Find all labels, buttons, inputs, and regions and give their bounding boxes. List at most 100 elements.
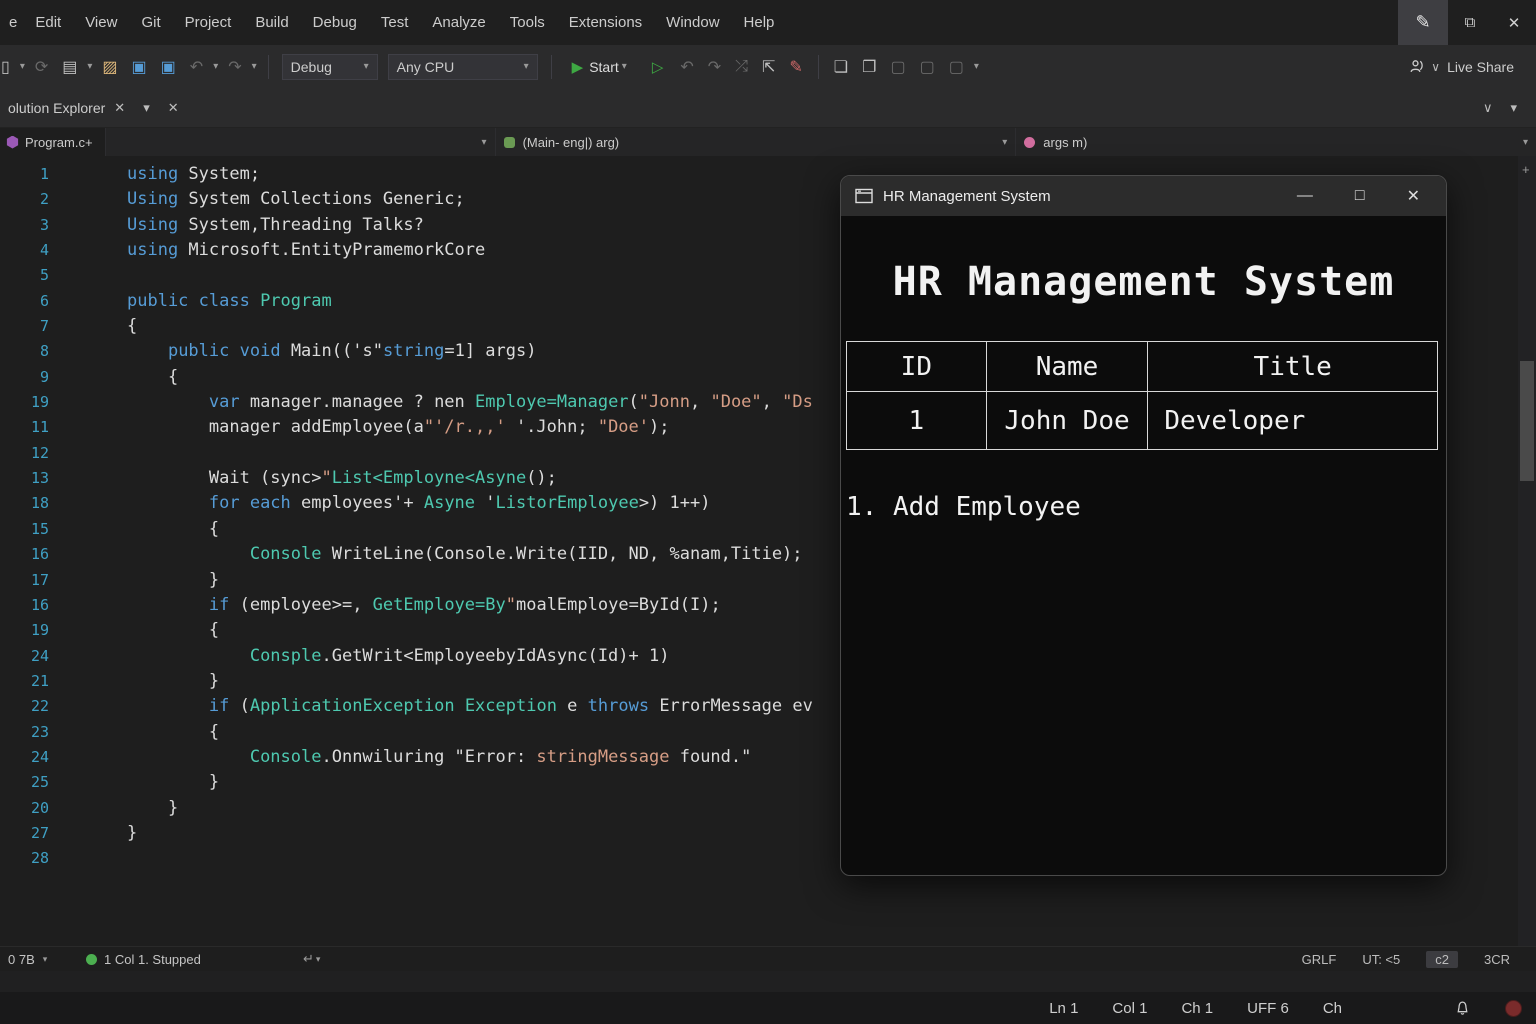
tool-window-tabstrip: olution Explorer ✕ ▾ ✕ ∨ ▾ <box>0 88 1536 128</box>
menu-item-edit[interactable]: Edit <box>23 0 73 45</box>
toolbar-separator <box>550 54 552 79</box>
bell-icon[interactable] <box>1454 1000 1471 1017</box>
menu-item-project[interactable]: Project <box>173 0 244 45</box>
caret-icon[interactable]: ▾ <box>1501 100 1526 116</box>
split-view-icon[interactable]: ❐ <box>855 57 883 77</box>
undo-icon[interactable]: ↶ <box>183 57 210 77</box>
live-share-icon <box>1410 60 1423 73</box>
minimize-icon[interactable]: — <box>1297 187 1313 205</box>
menu-item-window[interactable]: Window <box>654 0 731 45</box>
console-window-controls: — □ ✕ <box>1297 186 1420 206</box>
chevron-down-icon[interactable]: ▾ <box>134 100 159 116</box>
status-message-text: 1 Col 1. Stupped <box>104 951 201 967</box>
console-table-header-row: ID Name Title <box>846 341 1438 392</box>
scrollbar-thumb[interactable] <box>1520 361 1534 481</box>
menu-item-help[interactable]: Help <box>732 0 787 45</box>
employee-table: ID Name Title 1 John Doe Developer <box>846 341 1438 450</box>
run-without-debug-icon[interactable]: ▷ <box>652 58 664 76</box>
return-icon[interactable]: ↵ ▾ <box>303 947 320 971</box>
tab-program-file[interactable]: Program.c+ <box>0 128 105 156</box>
method-icon <box>503 136 515 148</box>
close-window-button[interactable]: ✕ <box>1492 0 1536 45</box>
console-menu-option: 1. Add Employee <box>846 492 1081 522</box>
breadcrumb-project-dropdown[interactable]: ▾ <box>104 128 495 156</box>
breadcrumb-args-dropdown[interactable]: args m) ▾ <box>1015 128 1536 156</box>
menu-item-partial[interactable]: e <box>3 14 23 31</box>
chevron-down-icon[interactable]: ∨ <box>1474 100 1502 116</box>
edit-pencil-button[interactable]: ✎ <box>1398 0 1448 45</box>
toolbar-overflow-caret-icon[interactable]: ▾ <box>971 61 982 72</box>
menu-item-tools[interactable]: Tools <box>498 0 557 45</box>
zoom-control[interactable]: 0 7B ▾ <box>8 947 47 971</box>
close-icon: ✕ <box>1507 14 1521 32</box>
step-icon[interactable]: ⇱ <box>755 57 782 77</box>
menu-items: Edit View Git Project Build Debug Test Analyze T… <box>23 0 786 45</box>
close-icon[interactable]: ✕ <box>1407 186 1420 206</box>
close-icon[interactable]: ✕ <box>159 100 188 116</box>
bottombar-items: Ln 1 Col 1 Ch 1 UFF 6 Ch <box>1049 1000 1342 1017</box>
console-output: HR Management System ID Name Title 1 John D… <box>841 259 1446 522</box>
console-titlebar[interactable]: HR Management System — □ ✕ <box>841 176 1446 216</box>
chevron-down-icon: ▾ <box>621 61 627 72</box>
add-item-icon[interactable]: ▤ <box>55 57 84 77</box>
status-item[interactable]: UT: <5 <box>1362 952 1400 967</box>
redo-caret-icon[interactable]: ▾ <box>249 61 260 72</box>
hot-reload-icon[interactable]: ⤮ <box>728 58 755 76</box>
visual-studio-window: e Edit View Git Project Build Debug Test Analyz… <box>0 0 1536 1024</box>
status-item[interactable]: 3CR <box>1484 952 1510 967</box>
open-folder-icon[interactable]: ▨ <box>95 57 124 77</box>
record-status-icon[interactable] <box>1505 999 1522 1017</box>
menu-item-build[interactable]: Build <box>243 0 300 45</box>
table-header-cell: Title <box>1147 341 1438 392</box>
editor-layout-icon[interactable]: ❏ <box>827 57 855 77</box>
platform-dropdown[interactable]: Any CPU ▾ <box>387 53 538 80</box>
menu-item-extensions[interactable]: Extensions <box>557 0 654 45</box>
maximize-icon[interactable]: □ <box>1355 187 1365 205</box>
vertical-scrollbar[interactable]: + <box>1518 156 1536 946</box>
editor-header: Program.c+ ▾ (Main- eng|) arg) ▾ args m)… <box>0 128 1536 156</box>
redo-icon[interactable]: ↷ <box>701 57 728 77</box>
toolbar-separator <box>267 54 269 79</box>
undo-icon[interactable]: ↶ <box>673 57 700 77</box>
console-table-body: 1 John Doe Developer <box>846 391 1438 450</box>
breadcrumb-args-label: args m) <box>1043 134 1088 150</box>
status-item[interactable]: GRLF <box>1302 952 1337 967</box>
add-item-caret-icon[interactable]: ▾ <box>84 61 95 72</box>
titlebar-controls: ✎ ⧉ ✕ <box>1398 0 1536 45</box>
save-icon[interactable]: ▣ <box>125 57 154 77</box>
save-all-icon[interactable]: ▣ <box>154 57 183 77</box>
new-project-icon[interactable]: ▯ <box>0 57 17 77</box>
new-project-caret-icon[interactable]: ▾ <box>17 61 28 72</box>
redo-icon[interactable]: ↷ <box>221 57 248 77</box>
tool-icon[interactable]: ▢ <box>883 57 912 77</box>
tool-icon[interactable]: ▢ <box>942 57 971 77</box>
menu-item-debug[interactable]: Debug <box>301 0 369 45</box>
chevron-down-icon: ▾ <box>363 61 369 72</box>
start-debug-button[interactable]: ▶ Start ▾ <box>566 53 636 81</box>
table-cell: 1 <box>846 391 987 450</box>
solution-explorer-tab[interactable]: olution Explorer <box>0 100 105 116</box>
open-icon[interactable]: ⟳ <box>28 57 55 77</box>
pencil-icon: ✎ <box>1415 12 1431 32</box>
live-share-button[interactable]: ∨ Live Share <box>1407 58 1514 75</box>
undo-caret-icon[interactable]: ▾ <box>210 61 221 72</box>
breadcrumb-member-dropdown[interactable]: (Main- eng|) arg) ▾ <box>494 128 1016 156</box>
menu-item-analyze[interactable]: Analyze <box>420 0 497 45</box>
menu-item-view[interactable]: View <box>73 0 129 45</box>
menu-item-git[interactable]: Git <box>129 0 172 45</box>
pen-tool-icon[interactable]: ✎ <box>782 57 809 77</box>
tool-icon[interactable]: ▢ <box>913 57 942 77</box>
status-item[interactable]: c2 <box>1426 950 1458 968</box>
bottombar-item: UFF 6 <box>1247 999 1289 1017</box>
debug-config-dropdown[interactable]: Debug ▾ <box>281 53 378 80</box>
field-icon <box>1024 136 1036 148</box>
toolbar-separator <box>817 54 819 79</box>
plus-icon[interactable]: + <box>1522 162 1530 177</box>
bottombar-item: Ch 1 <box>1181 999 1214 1017</box>
close-icon[interactable]: ✕ <box>105 100 134 116</box>
chevron-down-icon: ▾ <box>42 953 48 964</box>
restore-window-button[interactable]: ⧉ <box>1448 0 1492 45</box>
table-row: 1 John Doe Developer <box>846 391 1438 450</box>
menu-item-test[interactable]: Test <box>369 0 421 45</box>
play-icon: ▶ <box>571 58 584 76</box>
